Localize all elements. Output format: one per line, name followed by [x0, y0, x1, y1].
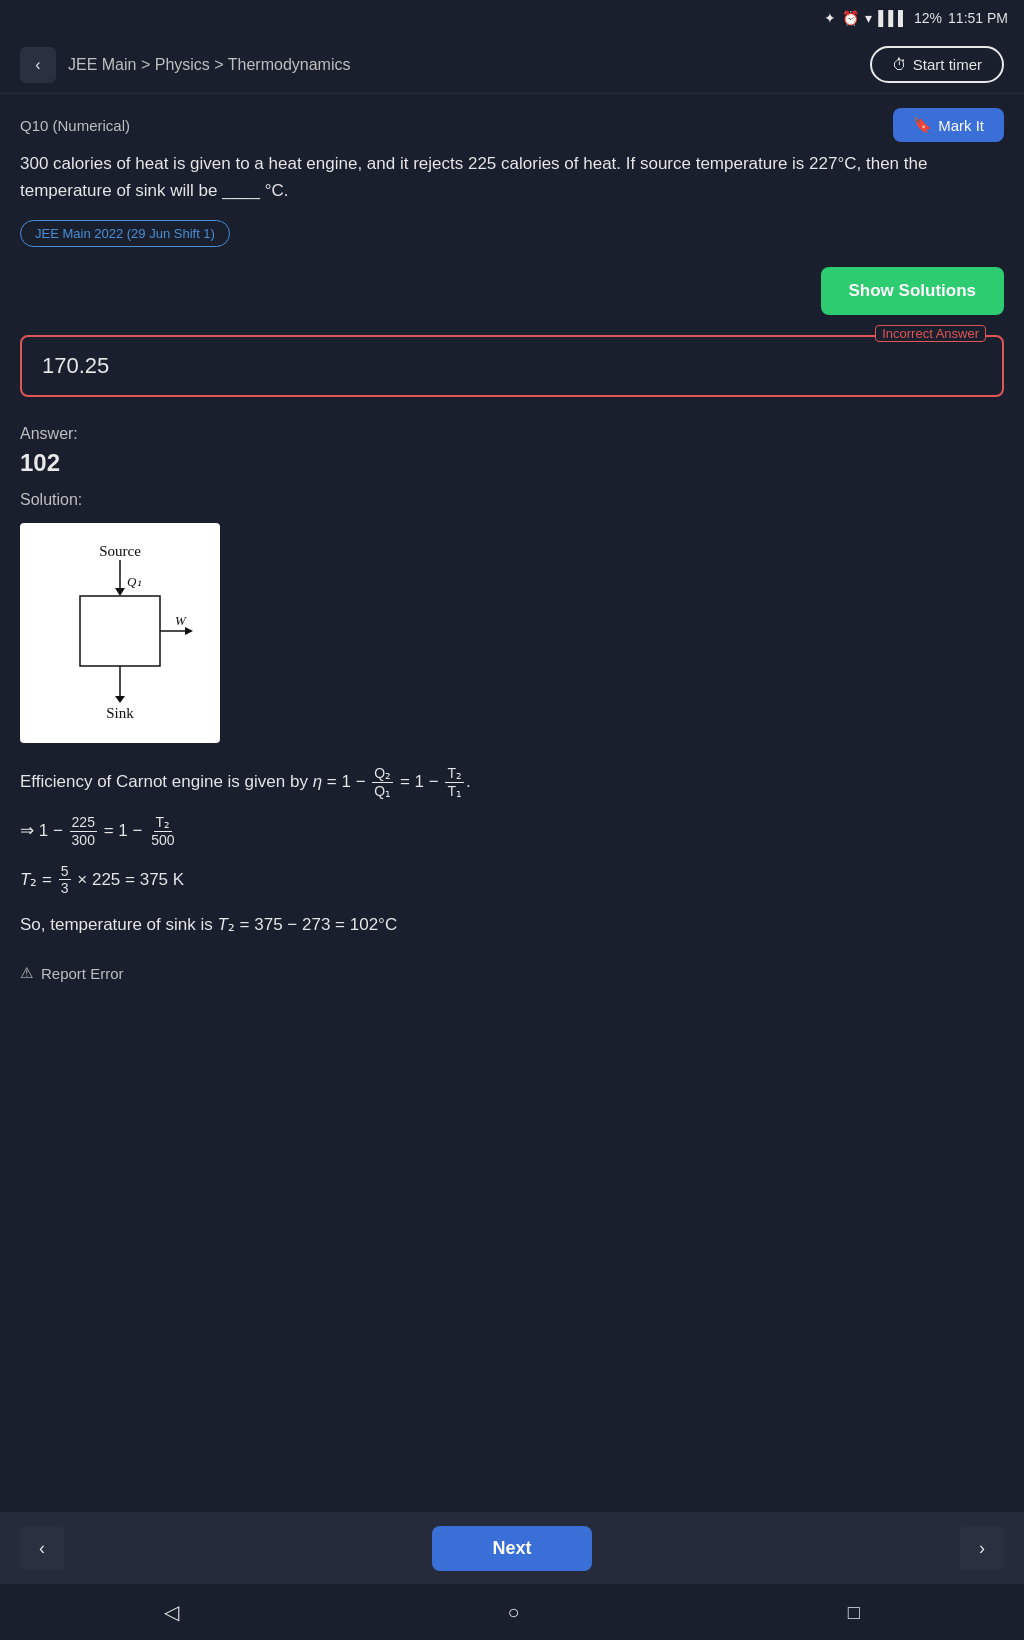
answer-input-value: 170.25 [42, 353, 982, 379]
report-error-label: Report Error [41, 965, 124, 982]
back-button[interactable]: ‹ [20, 47, 56, 83]
prev-icon: ‹ [39, 1538, 45, 1559]
efficiency-formula: Efficiency of Carnot engine is given by … [20, 765, 1004, 800]
solution-label: Solution: [20, 491, 1004, 509]
question-type: Q10 (Numerical) [20, 117, 130, 134]
svg-text:Sink: Sink [106, 705, 134, 721]
svg-text:Q₁: Q₁ [127, 574, 142, 589]
bottom-nav: ‹ Next › [0, 1512, 1024, 1584]
android-nav-bar: ◁ ○ □ [0, 1584, 1024, 1640]
svg-marker-6 [185, 627, 193, 635]
wifi-icon: ▾ [865, 10, 872, 26]
svg-marker-9 [115, 696, 125, 703]
answer-value: 102 [20, 449, 1004, 477]
mark-row: Q10 (Numerical) 🔖 Mark It [0, 94, 1024, 150]
mark-it-label: Mark It [938, 117, 984, 134]
5-3-frac: 5 3 [59, 863, 71, 898]
bluetooth-icon: ✦ [824, 10, 836, 26]
question-tag: JEE Main 2022 (29 Jun Shift 1) [20, 220, 230, 247]
step3-calculation: So, temperature of sink is T₂ = 375 − 27… [20, 911, 1004, 940]
q2-q1-frac: Q₂ Q₁ [372, 765, 393, 800]
android-recents-button[interactable]: □ [848, 1601, 860, 1624]
question-text: 300 calories of heat is given to a heat … [20, 150, 1004, 204]
start-timer-button[interactable]: ⏱ Start timer [870, 46, 1004, 83]
mark-it-button[interactable]: 🔖 Mark It [893, 108, 1004, 142]
diagram-container: Source Q₁ W Sink [20, 523, 220, 743]
svg-text:Source: Source [99, 543, 141, 559]
answer-input-container: Incorrect Answer 170.25 [20, 335, 1004, 397]
show-solutions-button[interactable]: Show Solutions [821, 267, 1005, 315]
timer-icon: ⏱ [892, 56, 907, 73]
report-error-button[interactable]: ⚠ Report Error [20, 964, 1004, 982]
main-content: 300 calories of heat is given to a heat … [0, 150, 1024, 1042]
battery-text: 12% [914, 10, 942, 26]
alarm-icon: ⏰ [842, 10, 859, 26]
svg-rect-4 [80, 596, 160, 666]
svg-text:W: W [175, 613, 187, 628]
225-300-frac: 225 300 [70, 814, 97, 849]
answer-label: Answer: [20, 425, 1004, 443]
t2-t1-frac: T₂ T₁ [445, 765, 464, 800]
breadcrumb: JEE Main > Physics > Thermodynamics [68, 56, 350, 74]
incorrect-answer-label: Incorrect Answer [875, 325, 986, 342]
start-timer-label: Start timer [913, 56, 982, 73]
android-back-button[interactable]: ◁ [164, 1600, 179, 1624]
step2-calculation: T₂ = 5 3 × 225 = 375 K [20, 863, 1004, 898]
t2-500-frac: T₂ 500 [149, 814, 176, 849]
header: ‹ JEE Main > Physics > Thermodynamics ⏱ … [0, 36, 1024, 94]
back-icon: ‹ [35, 56, 40, 74]
next-button[interactable]: Next [432, 1526, 591, 1571]
step1-calculation: ⇒ 1 − 225 300 = 1 − T₂ 500 [20, 814, 1004, 849]
bookmark-icon: 🔖 [913, 116, 932, 134]
time-display: 11:51 PM [948, 10, 1008, 26]
status-bar: ✦ ⏰ ▾ ▌▌▌ 12% 11:51 PM [0, 0, 1024, 36]
answer-section: Answer: 102 Solution: [20, 425, 1004, 509]
warning-icon: ⚠ [20, 964, 33, 982]
carnot-diagram: Source Q₁ W Sink [35, 538, 205, 728]
android-home-button[interactable]: ○ [507, 1601, 519, 1624]
signal-icon: ▌▌▌ [878, 10, 908, 26]
svg-marker-2 [115, 588, 125, 596]
next-arrow-icon: › [979, 1538, 985, 1559]
next-arrow-button[interactable]: › [960, 1526, 1004, 1570]
prev-button[interactable]: ‹ [20, 1526, 64, 1570]
header-left: ‹ JEE Main > Physics > Thermodynamics [20, 47, 350, 83]
